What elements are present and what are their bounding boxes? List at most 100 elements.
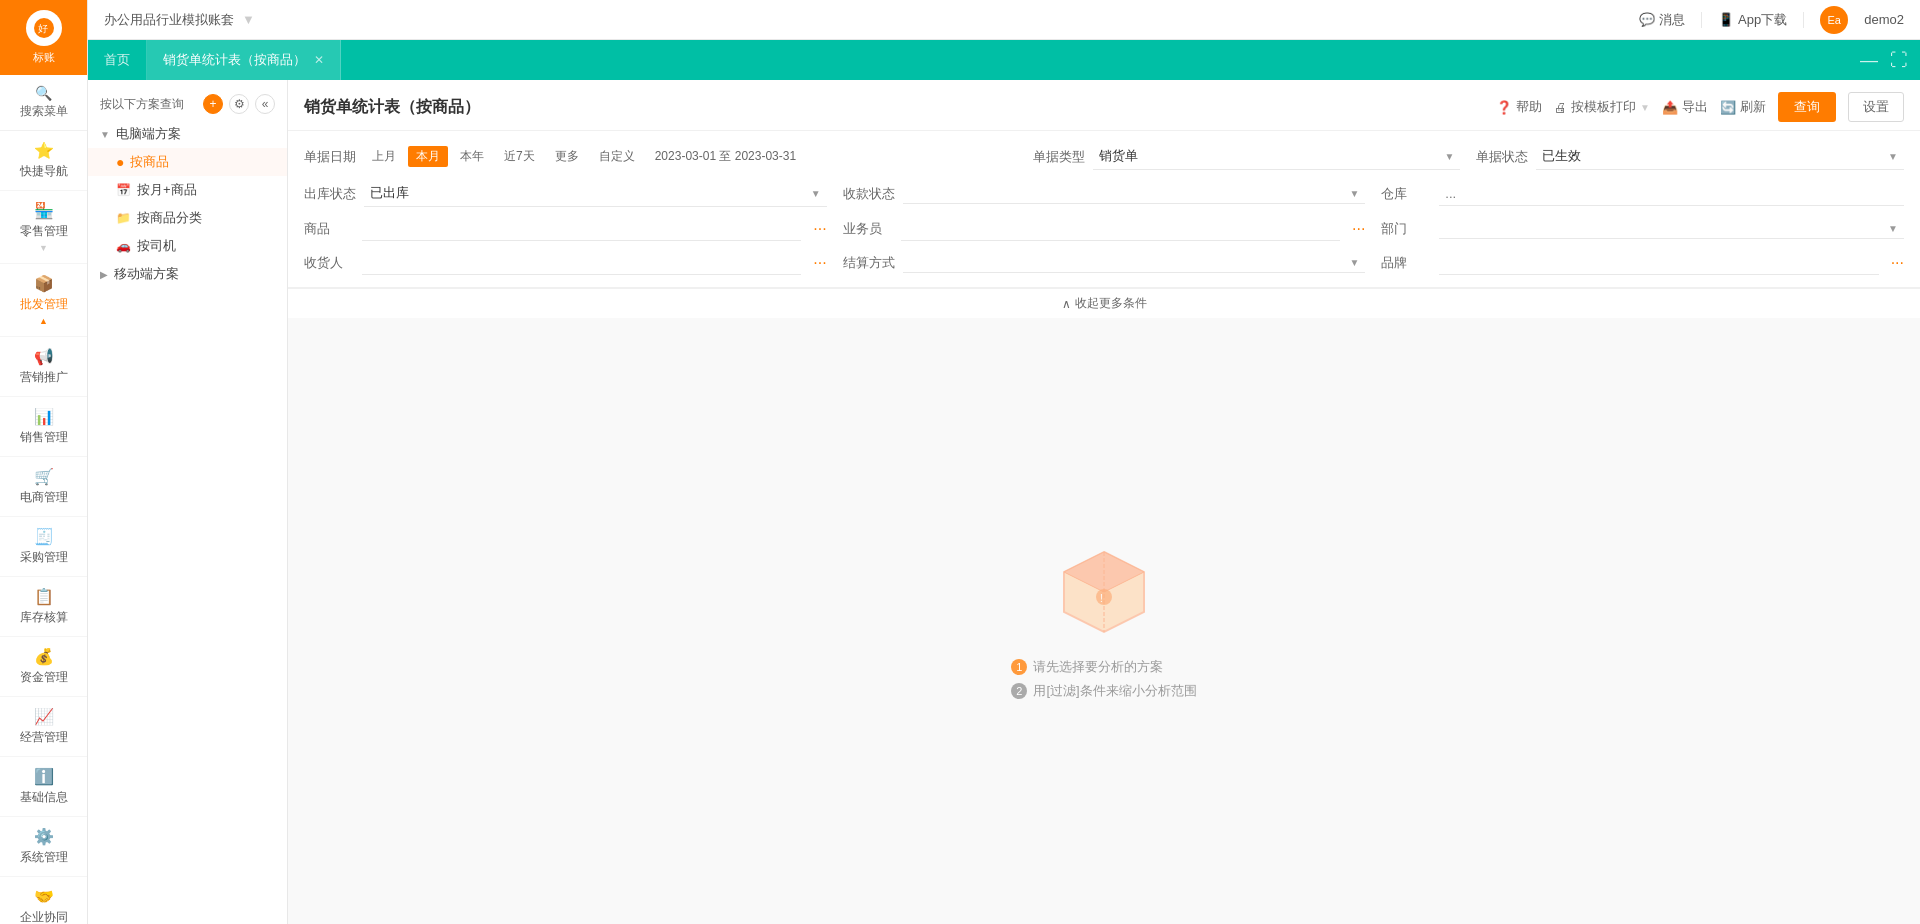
divider1 [1701,12,1702,28]
system-label: 系统管理 [20,849,68,866]
sidebar-item-quick-nav[interactable]: ⭐ 快捷导航 [0,131,87,191]
date-last-7-days[interactable]: 近7天 [496,146,543,167]
export-icon: 📤 [1662,100,1678,115]
user-avatar[interactable]: Ea [1820,6,1848,34]
sidebar-logo[interactable]: 好 标账 [0,0,88,75]
warehouse-input[interactable] [1439,182,1904,206]
quick-nav-label: 快捷导航 [20,163,68,180]
status-dropdown[interactable]: 已生效 ▼ [1536,143,1904,170]
finance-label: 资金管理 [20,669,68,686]
staff-dots[interactable]: ··· [1352,220,1365,238]
tab-home[interactable]: 首页 [88,40,147,80]
tree-item-by-category[interactable]: 📁 按商品分类 [88,204,287,232]
date-more[interactable]: 更多 [547,146,587,167]
by-goods-label: 按商品 [130,153,169,171]
collect-arrow: ▼ [1349,188,1359,199]
collapse-panel-btn[interactable]: « [255,94,275,114]
tree-item-by-goods[interactable]: ● 按商品 [88,148,287,176]
tree-mobile-scheme[interactable]: ▶ 移动端方案 [88,260,287,288]
print-label: 按模板打印 [1571,98,1636,116]
svg-text:!: ! [1100,593,1103,604]
status-arrow: ▼ [1888,151,1898,162]
type-dropdown[interactable]: 销货单 ▼ [1093,143,1461,170]
sidebar-item-basic[interactable]: ℹ️ 基础信息 [0,757,87,817]
tab-close-icon[interactable]: ✕ [314,53,324,67]
date-this-month[interactable]: 本月 [408,146,448,167]
export-btn[interactable]: 📤 导出 [1662,98,1708,116]
ecommerce-label: 电商管理 [20,489,68,506]
brand-input[interactable] [1439,251,1878,275]
brand-dots[interactable]: ··· [1891,254,1904,272]
sidebar-item-wholesale[interactable]: 📦 批发管理 ▲ [0,264,87,337]
sidebar-item-inventory[interactable]: 📋 库存核算 [0,577,87,637]
svg-text:好: 好 [38,23,48,34]
staff-input[interactable] [901,217,1340,241]
settings-button[interactable]: 设置 [1848,92,1904,122]
finance-icon: 💰 [34,647,54,666]
search-label: 搜索菜单 [20,104,68,118]
user-name[interactable]: demo2 [1864,12,1904,27]
add-scheme-btn[interactable]: + [203,94,223,114]
enterprise-label: 企业协同 [20,909,68,924]
help-btn[interactable]: ❓ 帮助 [1496,98,1542,116]
by-goods-icon: ● [116,154,124,170]
settings-scheme-btn[interactable]: ⚙ [229,94,249,114]
refresh-btn[interactable]: 🔄 刷新 [1720,98,1766,116]
query-button[interactable]: 查询 [1778,92,1836,122]
sidebar-item-system[interactable]: ⚙️ 系统管理 [0,817,87,877]
print-btn[interactable]: 🖨 按模板打印 ▼ [1554,98,1650,116]
tab-minimize-btn[interactable]: — [1856,46,1882,75]
marketing-label: 营销推广 [20,369,68,386]
goods-dots[interactable]: ··· [813,220,826,238]
main-area: 办公用品行业模拟账套 ▼ 💬 消息 📱 App下载 Ea demo2 首页 [88,0,1920,924]
month-goods-icon: 📅 [116,183,131,197]
tip-text-1: 请先选择要分析的方案 [1033,658,1163,676]
tree-item-by-driver[interactable]: 🚗 按司机 [88,232,287,260]
tree-mobile-label: 移动端方案 [114,265,179,283]
tree-pc-scheme[interactable]: ▼ 电脑端方案 [88,120,287,148]
tab-sales-report[interactable]: 销货单统计表（按商品） ✕ [147,40,341,80]
tree-mobile-arrow: ▶ [100,269,108,280]
sidebar-item-marketing[interactable]: 📢 营销推广 [0,337,87,397]
page-header: 销货单统计表（按商品） ❓ 帮助 🖨 按模板打印 ▼ 📤 导出 [288,80,1920,131]
marketing-icon: 📢 [34,347,54,366]
date-last-month[interactable]: 上月 [364,146,404,167]
dept-dropdown[interactable]: ▼ [1439,219,1904,239]
filter-collect-field: 收款状态 ▼ [843,184,1366,204]
page-title: 销货单统计表（按商品） [304,97,480,118]
sidebar-item-operation[interactable]: 📈 经营管理 [0,697,87,757]
recipient-input[interactable] [362,251,801,275]
app-download-btn[interactable]: 📱 App下载 [1718,11,1787,29]
payment-dropdown[interactable]: ▼ [903,253,1366,273]
tree-item-by-month-goods[interactable]: 📅 按月+商品 [88,176,287,204]
tab-expand-btn[interactable]: ⛶ [1886,46,1912,75]
enterprise-icon: 🤝 [34,887,54,906]
refresh-label: 刷新 [1740,98,1766,116]
sidebar-item-ecommerce[interactable]: 🛒 电商管理 [0,457,87,517]
filter-dept-field: 部门 ▼ [1381,219,1904,239]
refresh-icon: 🔄 [1720,100,1736,115]
recipient-dots[interactable]: ··· [813,254,826,272]
out-dropdown[interactable]: 已出库 ▼ [364,180,827,207]
message-btn[interactable]: 💬 消息 [1639,11,1685,29]
sidebar-item-purchase[interactable]: 🧾 采购管理 [0,517,87,577]
tab-sales-report-label: 销货单统计表（按商品） [163,51,306,69]
search-menu[interactable]: 🔍 搜索菜单 [0,75,87,131]
sidebar-item-retail[interactable]: 🏪 零售管理 ▼ [0,191,87,264]
sidebar-item-finance[interactable]: 💰 资金管理 [0,637,87,697]
date-this-year[interactable]: 本年 [452,146,492,167]
message-icon: 💬 [1639,12,1655,27]
goods-input[interactable] [362,217,801,241]
sidebar-item-enterprise[interactable]: 🤝 企业协同 [0,877,87,924]
date-custom[interactable]: 自定义 [591,146,643,167]
empty-tip-2: 2 用[过滤]条件来缩小分析范围 [1011,682,1196,700]
type-label: 单据类型 [1033,148,1085,166]
out-value: 已出库 [370,184,409,202]
filter-row-3: 商品 ··· 业务员 ··· 部门 ▼ [304,217,1904,241]
left-panel: 按以下方案查询 + ⚙ « ▼ 电脑端方案 ● 按商品 📅 [88,80,288,924]
sidebar-item-sales[interactable]: 📊 销售管理 [0,397,87,457]
collect-dropdown[interactable]: ▼ [903,184,1366,204]
sales-icon: 📊 [34,407,54,426]
collapse-bar[interactable]: ∧ 收起更多条件 [288,288,1920,318]
panel-header-label: 按以下方案查询 [100,96,184,113]
